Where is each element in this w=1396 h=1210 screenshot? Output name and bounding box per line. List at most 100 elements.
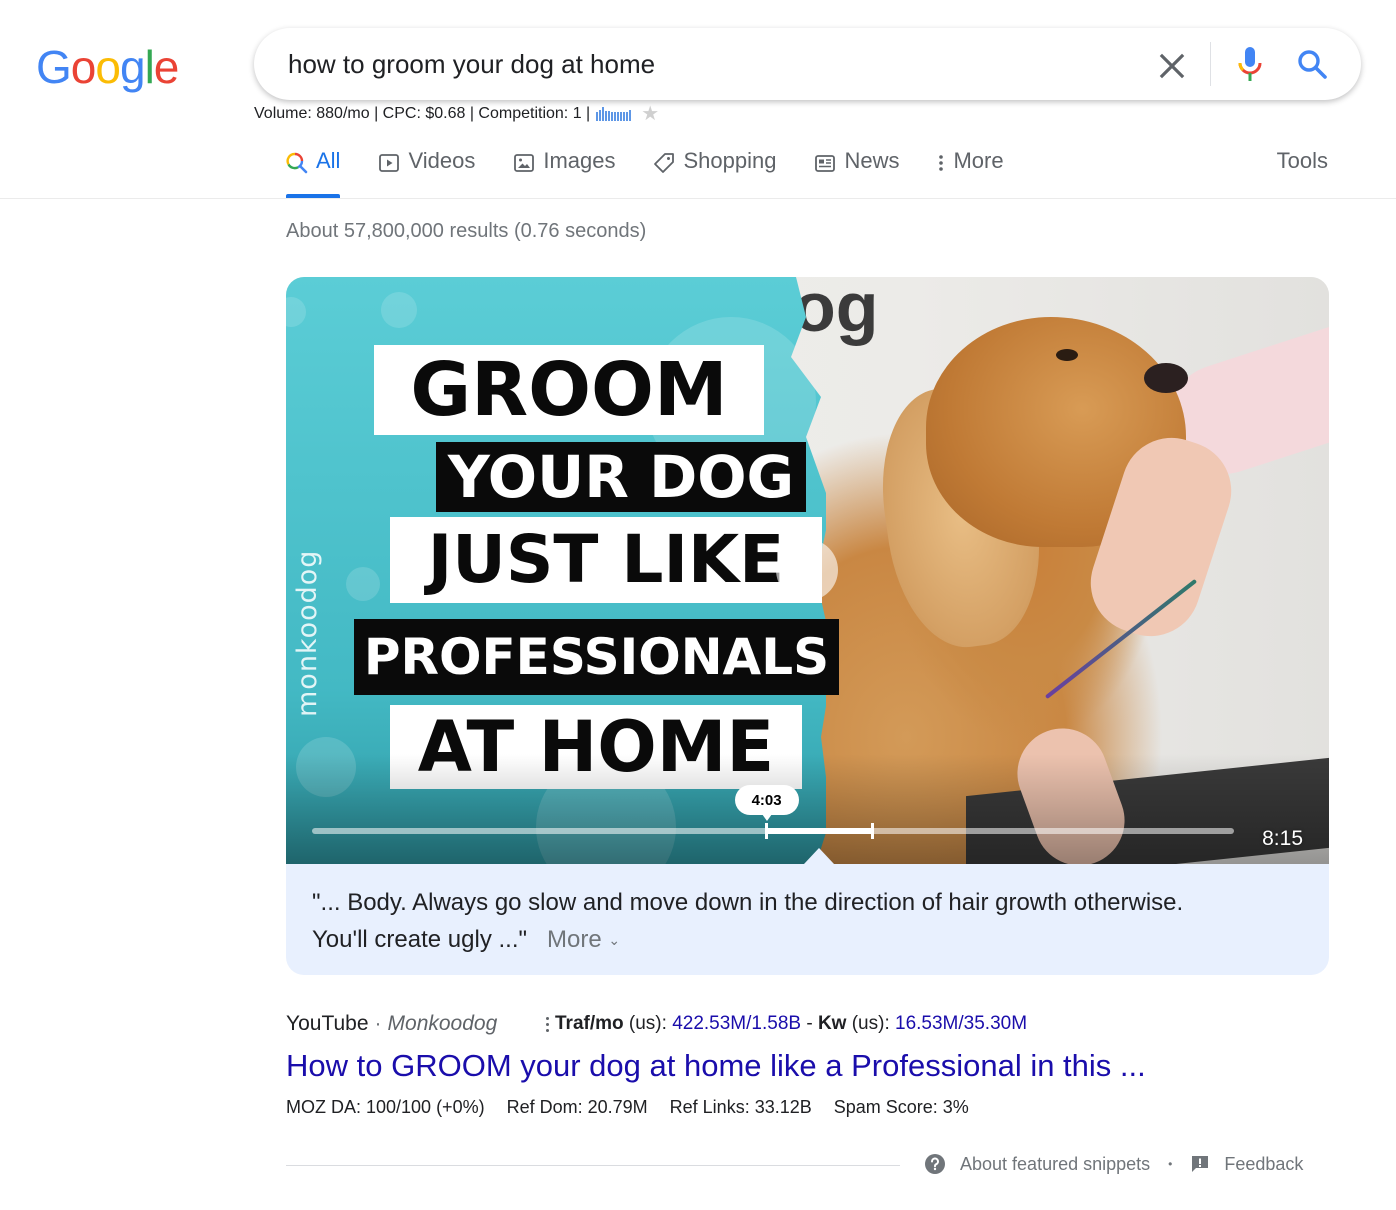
feedback-label: Feedback [1224, 1153, 1304, 1174]
trend-bar [623, 112, 626, 121]
traffic-value[interactable]: 422.53M/1.58B [672, 1013, 801, 1035]
tab-label: Images [543, 148, 616, 173]
trend-bar [602, 107, 605, 121]
search-box [254, 28, 1361, 100]
traffic-label: Traf/mo [555, 1013, 624, 1034]
more-vert-icon[interactable] [546, 1016, 549, 1032]
trend-bar [617, 112, 620, 121]
newspaper-icon [815, 155, 836, 172]
feedback-icon [1192, 1156, 1209, 1172]
tab-all[interactable]: All [286, 140, 341, 198]
clip-end-marker[interactable] [870, 823, 874, 839]
seo-traffic-metrics: Traf/mo (us): 422.53M/1.58B - Kw (us): 1… [546, 1013, 1027, 1035]
logo-letter: e [153, 41, 180, 93]
footer-separator: • [1168, 1157, 1173, 1171]
microphone-icon [1238, 47, 1262, 81]
tab-label: Videos [408, 148, 476, 173]
trend-bar [620, 112, 623, 121]
result-source: YouTube · Monkoodog [286, 1012, 497, 1036]
video-duration: 8:15 [1262, 827, 1303, 850]
video-play-icon [379, 154, 400, 172]
tab-more[interactable]: More [937, 140, 1004, 198]
thumbnail-title-line: PROFESSIONALS [354, 619, 839, 695]
video-brand-fragment: og [793, 277, 879, 346]
keyword-stats-text: Volume: 880/mo | CPC: $0.68 | Competitio… [254, 105, 591, 122]
result-author: Monkoodog [387, 1012, 498, 1035]
about-featured-snippets-link[interactable]: About featured snippets [924, 1153, 1150, 1175]
moz-ref-links: Ref Links: 33.12B [669, 1097, 812, 1117]
tab-label: News [844, 148, 900, 173]
tab-shopping[interactable]: Shopping [653, 140, 776, 198]
about-label: About featured snippets [960, 1153, 1151, 1174]
decorative-bubble [346, 567, 380, 601]
keywords-label: Kw [817, 1013, 847, 1034]
video-clip-segment [765, 828, 872, 834]
tools-button[interactable]: Tools [1277, 148, 1328, 174]
result-stats: About 57,800,000 results (0.76 seconds) [286, 220, 647, 242]
trend-bar [596, 112, 599, 121]
search-icon [286, 152, 308, 174]
trend-bar [614, 112, 617, 121]
search-submit-button[interactable] [1294, 46, 1330, 82]
more-label: More [547, 926, 602, 953]
source-separator: · [374, 1012, 382, 1035]
trend-bar [611, 112, 614, 121]
close-icon [1159, 53, 1185, 79]
keyword-trend-chart [596, 107, 632, 121]
tabs-divider [0, 198, 1396, 199]
google-logo[interactable]: Google [36, 40, 180, 94]
moz-ref-domains: Ref Dom: 20.79M [506, 1097, 648, 1117]
channel-watermark: monkoodog [292, 549, 323, 717]
decorative-bubble [286, 297, 306, 327]
clip-start-marker[interactable] [764, 823, 768, 839]
thumbnail-title-line: JUST LIKE [390, 517, 822, 603]
snippet-footer: About featured snippets • Feedback [924, 1153, 1303, 1175]
metrics-dash: - [801, 1013, 818, 1034]
clear-search-button[interactable] [1154, 48, 1190, 84]
search-icon [1298, 50, 1327, 79]
thumbnail-title-line: YOUR DOG [436, 442, 806, 512]
trend-bar [608, 111, 611, 121]
result-site: YouTube [286, 1012, 369, 1035]
result-title-link[interactable]: How to GROOM your dog at home like a Pro… [286, 1048, 1146, 1084]
tab-label: More [953, 148, 1004, 173]
keywords-value[interactable]: 16.53M/35.30M [895, 1013, 1027, 1035]
snippet-pointer [804, 848, 834, 864]
keyword-stats: Volume: 880/mo | CPC: $0.68 | Competitio… [254, 104, 659, 124]
featured-video[interactable]: og monkoodog GROOM YOUR DOG JUST LIKE PR… [286, 277, 1329, 864]
search-divider [1210, 42, 1211, 86]
featured-snippet-text: "... Body. Always go slow and move down … [286, 864, 1329, 975]
help-icon [925, 1154, 945, 1174]
chevron-down-icon: ⌄ [608, 932, 621, 949]
voice-search-button[interactable] [1234, 46, 1266, 82]
footer-divider [286, 1165, 900, 1166]
trend-bar [626, 112, 629, 121]
tab-videos[interactable]: Videos [378, 140, 475, 198]
play-button[interactable] [776, 539, 838, 601]
star-icon[interactable]: ★ [641, 104, 659, 124]
traffic-region: (us): [623, 1013, 673, 1034]
snippet-more-button[interactable]: More ⌄ [547, 926, 620, 953]
trend-bar [599, 110, 602, 121]
logo-letter: l [144, 41, 155, 93]
logo-letter: G [36, 41, 72, 93]
trend-bar [629, 110, 632, 121]
snippet-quote-line: You'll create ugly ..." [312, 926, 528, 953]
decorative-bubble [381, 292, 417, 328]
tab-news[interactable]: News [814, 140, 899, 198]
moz-metrics: MOZ DA: 100/100 (+0%) Ref Dom: 20.79M Re… [286, 1097, 969, 1118]
moz-spam-score: Spam Score: 3% [833, 1097, 969, 1117]
tab-images[interactable]: Images [513, 140, 615, 198]
more-vert-icon [939, 155, 944, 171]
clip-start-time: 4:03 [734, 785, 799, 821]
search-input[interactable] [288, 46, 1108, 82]
keywords-region: (us): [846, 1013, 896, 1034]
video-thumbnail-dog-eye [1056, 349, 1078, 361]
tab-label: All [316, 148, 341, 173]
moz-domain-authority: MOZ DA: 100/100 (+0%) [286, 1097, 485, 1117]
logo-letter: o [95, 41, 121, 93]
feedback-link[interactable]: Feedback [1190, 1154, 1303, 1175]
video-thumbnail-dog-nose [1144, 363, 1188, 393]
thumbnail-title-line: GROOM [374, 345, 764, 435]
tab-label: Shopping [683, 148, 777, 173]
